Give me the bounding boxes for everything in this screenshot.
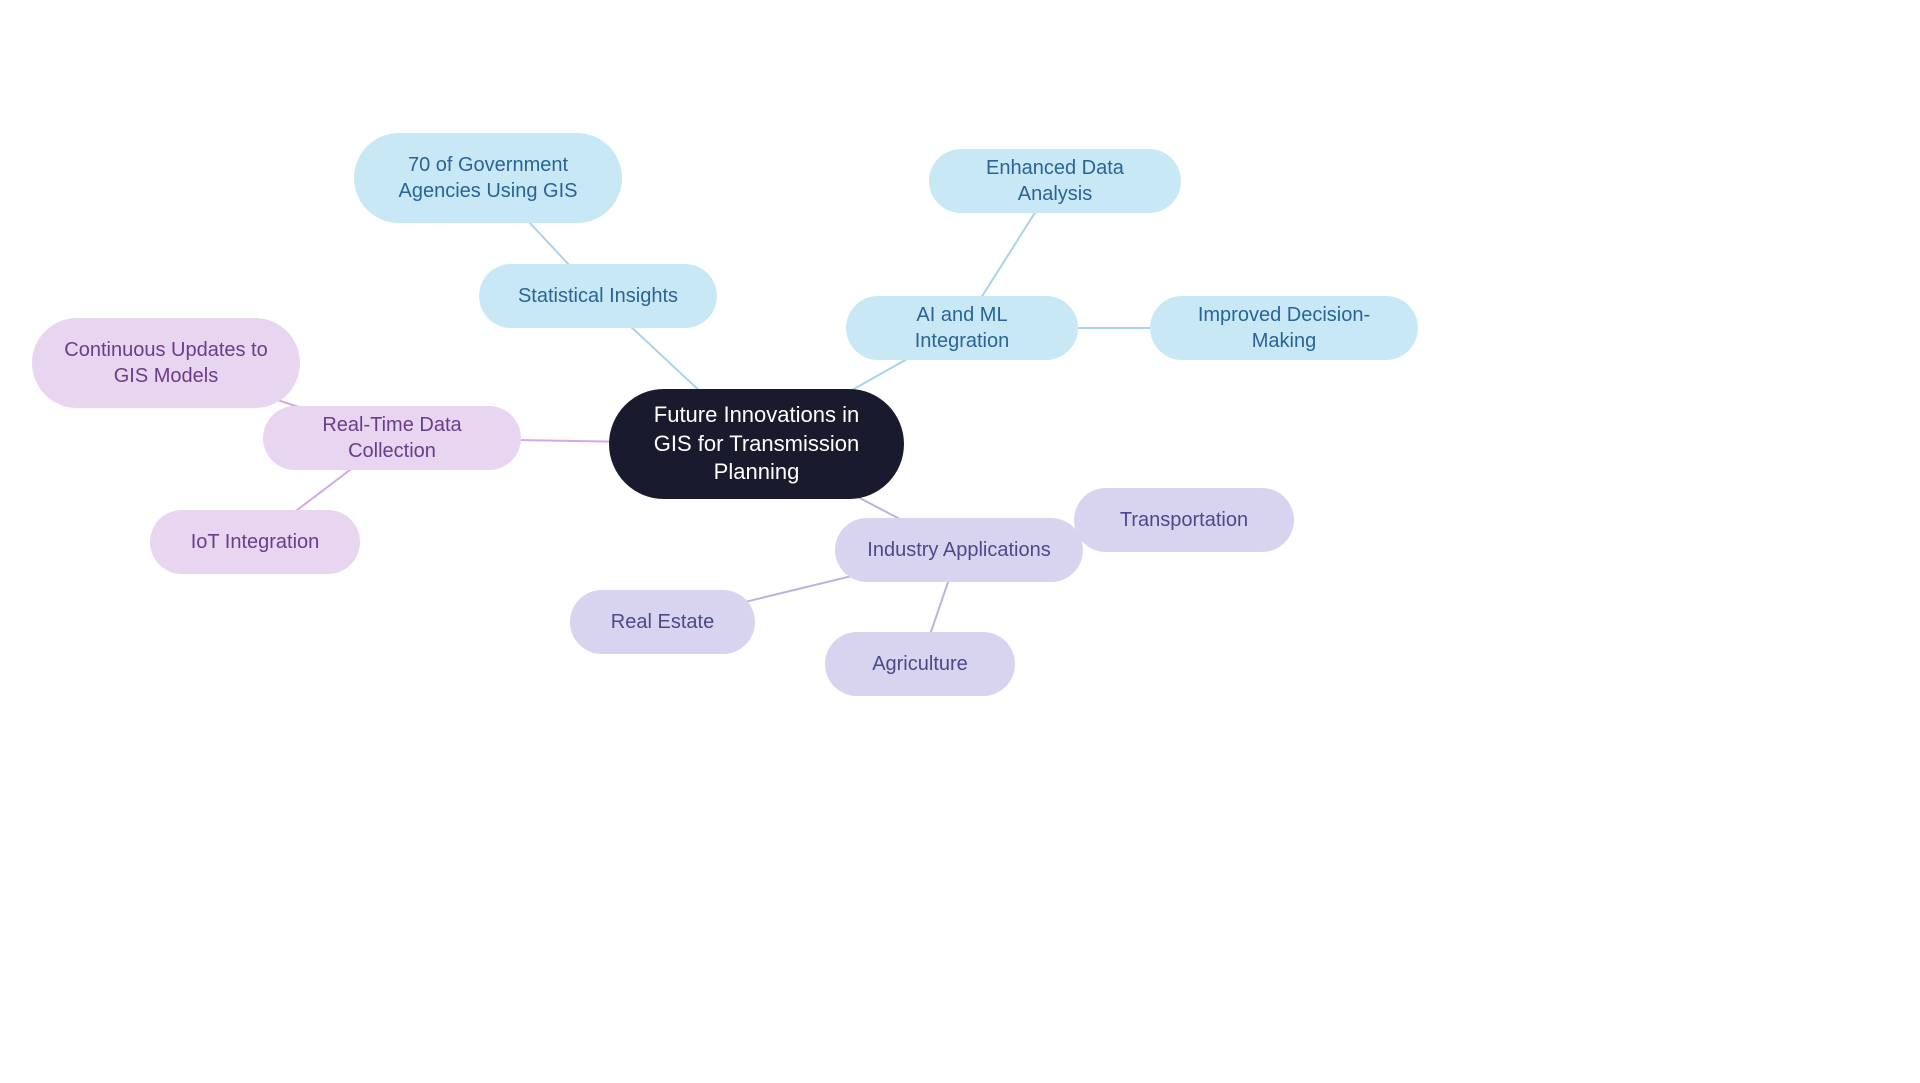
agriculture-node: Agriculture (825, 632, 1015, 696)
center-node: Future Innovations in GIS for Transmissi… (609, 389, 904, 499)
statistical-insights-label: Statistical Insights (518, 283, 678, 309)
iot-node: IoT Integration (150, 510, 360, 574)
real-time-label: Real-Time Data Collection (291, 412, 493, 464)
transportation-node: Transportation (1074, 488, 1294, 552)
iot-label: IoT Integration (191, 529, 320, 555)
ai-ml-node: AI and ML Integration (846, 296, 1078, 360)
transportation-label: Transportation (1120, 507, 1248, 533)
improved-decision-label: Improved Decision-Making (1178, 302, 1390, 354)
real-estate-node: Real Estate (570, 590, 755, 654)
continuous-updates-label: Continuous Updates to GIS Models (60, 337, 272, 389)
improved-decision-node: Improved Decision-Making (1150, 296, 1418, 360)
real-estate-label: Real Estate (611, 609, 714, 635)
gov-agencies-node: 70 of Government Agencies Using GIS (354, 133, 622, 223)
real-time-node: Real-Time Data Collection (263, 406, 521, 470)
industry-label: Industry Applications (867, 537, 1050, 563)
enhanced-data-label: Enhanced Data Analysis (957, 155, 1153, 207)
industry-node: Industry Applications (835, 518, 1083, 582)
statistical-insights-node: Statistical Insights (479, 264, 717, 328)
center-label: Future Innovations in GIS for Transmissi… (637, 401, 876, 487)
continuous-updates-node: Continuous Updates to GIS Models (32, 318, 300, 408)
enhanced-data-node: Enhanced Data Analysis (929, 149, 1181, 213)
agriculture-label: Agriculture (872, 651, 968, 677)
ai-ml-label: AI and ML Integration (874, 302, 1050, 354)
gov-agencies-label: 70 of Government Agencies Using GIS (382, 152, 594, 204)
